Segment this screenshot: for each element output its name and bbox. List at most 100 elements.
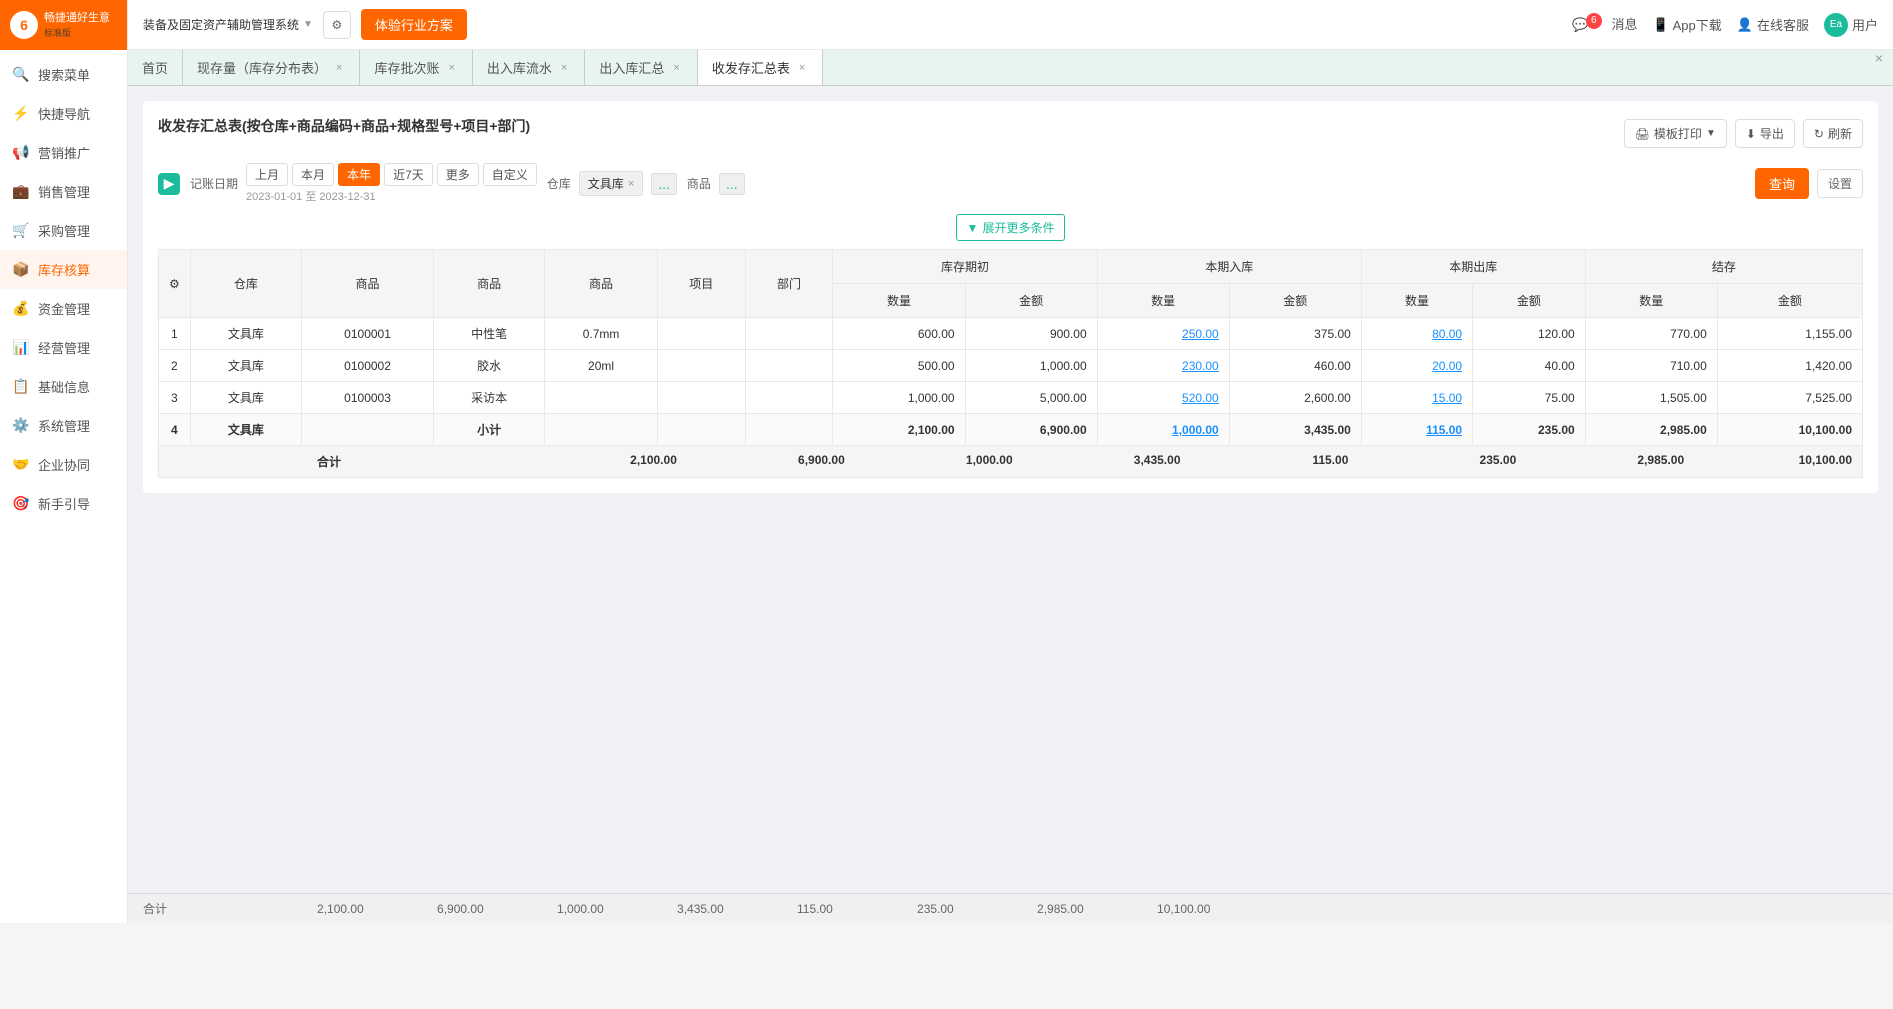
query-button[interactable]: 查询 — [1755, 168, 1809, 199]
user-item[interactable]: Ea 用户 — [1824, 13, 1878, 37]
sidebar-item-label: 基础信息 — [38, 377, 90, 396]
out-amt-cell: 40.00 — [1473, 350, 1586, 382]
name-cell: 中性笔 — [434, 318, 545, 350]
sidebar-item-inventory[interactable]: 📦 库存核算 — [0, 250, 127, 289]
bal-amt-cell: 1,155.00 — [1717, 318, 1862, 350]
app-download-label: App下载 — [1673, 15, 1722, 34]
col-group-out: 本期出库 — [1361, 250, 1585, 284]
date-btn-last-month[interactable]: 上月 — [246, 163, 288, 186]
tab-home[interactable]: 首页 — [128, 50, 183, 85]
in-qty-cell[interactable]: 230.00 — [1097, 350, 1229, 382]
refresh-button[interactable]: ↻ 刷新 — [1803, 119, 1863, 148]
col-open-qty: 数量 — [833, 284, 965, 318]
system-title: 装备及固定资产辅助管理系统 — [143, 16, 299, 33]
tab-in-out-flow[interactable]: 出入库流水 × — [473, 50, 585, 85]
sidebar-item-label: 销售管理 — [38, 182, 90, 201]
sidebar-item-label: 库存核算 — [38, 260, 90, 279]
inventory-icon: 📦 — [12, 261, 30, 278]
template-print-button[interactable]: 🖨 模板打印 ▼ — [1624, 119, 1727, 148]
open-qty-cell: 1,000.00 — [833, 382, 965, 414]
sidebar-item-finance[interactable]: 💰 资金管理 — [0, 289, 127, 328]
bottom-open-amt: 6,900.00 — [437, 902, 557, 916]
basic-info-icon: 📋 — [12, 378, 30, 395]
sidebar-item-quick-nav[interactable]: ⚡ 快捷导航 — [0, 94, 127, 133]
app-download-item[interactable]: 📱 App下载 — [1652, 15, 1721, 34]
tab-batch-ledger-close[interactable]: × — [445, 61, 457, 75]
filter-toggle-button[interactable]: ▶ — [158, 173, 180, 195]
bal-amt-cell: 10,100.00 — [1717, 414, 1862, 446]
sidebar-item-enterprise[interactable]: 🤝 企业协同 — [0, 445, 127, 484]
sidebar-item-operations[interactable]: 📊 经营管理 — [0, 328, 127, 367]
dropdown-icon: ▼ — [1706, 128, 1716, 139]
sidebar-item-basic-info[interactable]: 📋 基础信息 — [0, 367, 127, 406]
filter-warehouse-section: 仓库 文具库 × ... — [547, 171, 677, 196]
col-settings-header: ⚙ — [159, 250, 191, 318]
table-row: 4文具库小计2,100.006,900.001,000.003,435.0011… — [159, 414, 1863, 446]
warehouse-cell: 文具库 — [190, 382, 301, 414]
col-code-header: 商品 — [301, 250, 433, 318]
warehouse-tag: 文具库 × — [579, 171, 643, 196]
date-btn-this-year[interactable]: 本年 — [338, 163, 380, 186]
service-icon: 👤 — [1737, 17, 1753, 33]
tab-in-out-summary[interactable]: 出入库汇总 × — [585, 50, 697, 85]
out-qty-cell[interactable]: 20.00 — [1361, 350, 1472, 382]
tab-receipt-summary-close[interactable]: × — [796, 61, 808, 75]
bottom-in-qty: 1,000.00 — [557, 902, 677, 916]
tab-bar: 首页 现存量（库存分布表） × 库存批次账 × 出入库流水 × 出入库汇总 × … — [128, 50, 1893, 86]
in-qty-cell[interactable]: 250.00 — [1097, 318, 1229, 350]
table-footer: 合计 2,100.00 6,900.00 1,000.00 3,435.00 1… — [158, 446, 1863, 478]
out-qty-cell[interactable]: 115.00 — [1361, 414, 1472, 446]
out-qty-cell[interactable]: 80.00 — [1361, 318, 1472, 350]
sidebar-item-guide[interactable]: 🎯 新手引导 — [0, 484, 127, 523]
warehouse-cell: 文具库 — [190, 350, 301, 382]
goods-filter-label: 商品 — [687, 175, 711, 192]
date-btn-more[interactable]: 更多 — [437, 163, 479, 186]
date-btn-7days[interactable]: 近7天 — [384, 163, 433, 186]
header-settings-button[interactable]: ⚙ — [323, 11, 351, 39]
expand-more-button[interactable]: ▼ 展开更多条件 — [956, 214, 1066, 241]
tab-inventory-dist[interactable]: 现存量（库存分布表） × — [183, 50, 360, 85]
bal-qty-cell: 710.00 — [1585, 350, 1717, 382]
sidebar-item-marketing[interactable]: 📢 营销推广 — [0, 133, 127, 172]
sidebar-item-label: 经营管理 — [38, 338, 90, 357]
in-qty-cell[interactable]: 520.00 — [1097, 382, 1229, 414]
bottom-bar: 合计 2,100.00 6,900.00 1,000.00 3,435.00 1… — [128, 893, 1893, 923]
out-qty-cell[interactable]: 15.00 — [1361, 382, 1472, 414]
tab-inventory-dist-close[interactable]: × — [333, 61, 345, 75]
tab-in-out-summary-close[interactable]: × — [670, 61, 682, 75]
name-cell: 胶水 — [434, 350, 545, 382]
tab-in-out-flow-close[interactable]: × — [558, 61, 570, 75]
trial-button[interactable]: 体验行业方案 — [361, 9, 467, 40]
sidebar-item-system[interactable]: ⚙️ 系统管理 — [0, 406, 127, 445]
message-item[interactable]: 💬 6 消息 — [1572, 14, 1637, 35]
sidebar-item-purchase[interactable]: 🛒 采购管理 — [0, 211, 127, 250]
system-dropdown[interactable]: 装备及固定资产辅助管理系统 ▼ — [143, 16, 313, 33]
date-btn-this-month[interactable]: 本月 — [292, 163, 334, 186]
tab-receipt-summary[interactable]: 收发存汇总表 × — [698, 50, 823, 85]
date-btn-custom[interactable]: 自定义 — [483, 163, 537, 186]
tab-batch-ledger[interactable]: 库存批次账 × — [360, 50, 472, 85]
in-qty-cell[interactable]: 1,000.00 — [1097, 414, 1229, 446]
export-button[interactable]: ⬇ 导出 — [1735, 119, 1795, 148]
sidebar: 6 畅捷通好生意 标准版 🔍 搜索菜单 ⚡ 快捷导航 📢 营销推广 💼 销售管理… — [0, 0, 128, 923]
filter-date-section: 记账日期 上月 本月 本年 近7天 更多 自定义 2023-01-01 至 20… — [190, 163, 537, 204]
tab-bar-close-btn[interactable]: × — [1865, 50, 1893, 85]
tab-batch-ledger-label: 库存批次账 — [374, 58, 439, 77]
sidebar-item-sales[interactable]: 💼 销售管理 — [0, 172, 127, 211]
warehouse-ellipsis-btn[interactable]: ... — [651, 173, 677, 195]
footer-total-label: 合计 — [143, 900, 167, 917]
footer-in-qty: 1,000.00 — [845, 453, 1013, 470]
bottom-bal-amt: 10,100.00 — [1157, 902, 1277, 916]
footer-label: 合计 — [159, 453, 499, 470]
online-service-item[interactable]: 👤 在线客服 — [1737, 15, 1809, 34]
filter-settings-button[interactable]: 设置 — [1817, 169, 1863, 198]
footer-open-qty: 2,100.00 — [509, 453, 677, 470]
sidebar-item-label: 营销推广 — [38, 143, 90, 162]
seq-cell: 3 — [159, 382, 191, 414]
goods-ellipsis-btn[interactable]: ... — [719, 173, 745, 195]
col-warehouse-header: 仓库 — [190, 250, 301, 318]
warehouse-tag-close[interactable]: × — [628, 178, 634, 190]
sidebar-item-search[interactable]: 🔍 搜索菜单 — [0, 55, 127, 94]
col-dept-header: 部门 — [745, 250, 833, 318]
date-range-display: 2023-01-01 至 2023-12-31 — [246, 188, 537, 204]
